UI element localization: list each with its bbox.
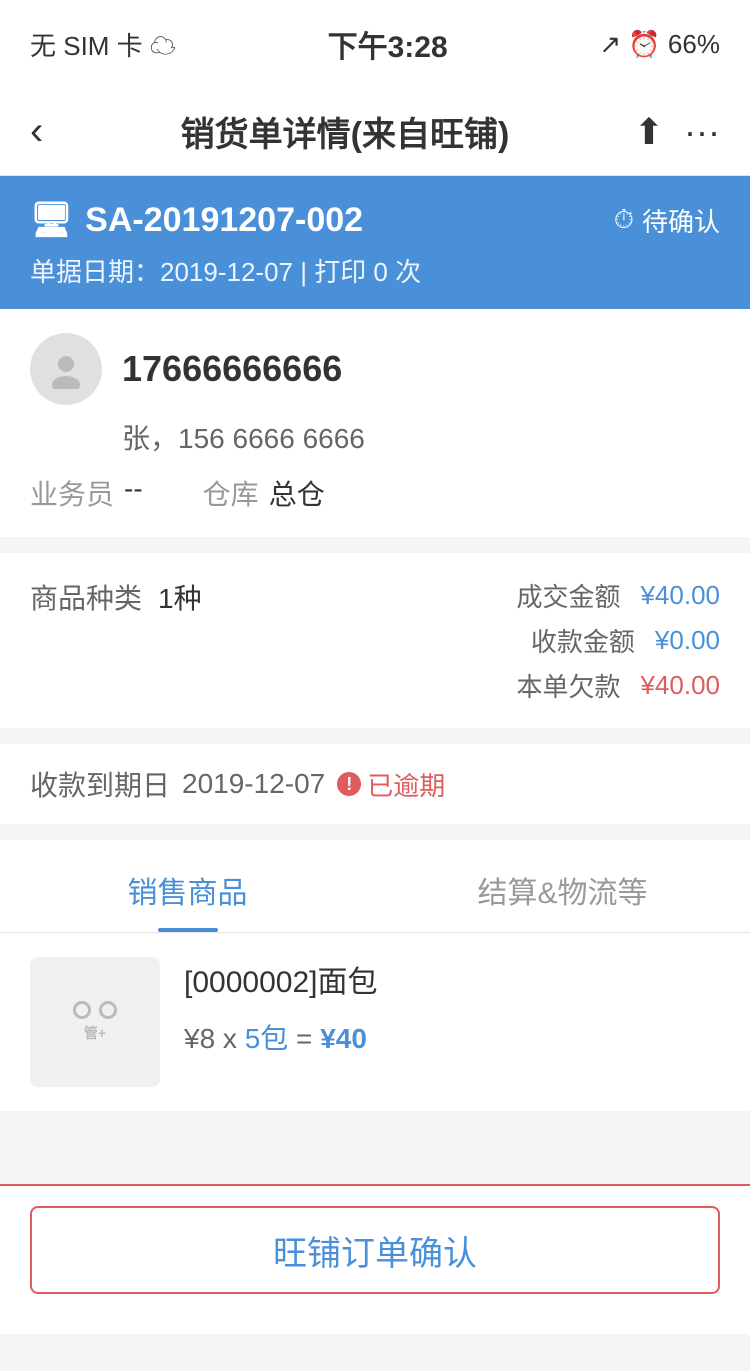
total-price: ¥40 [320,1023,367,1054]
customer-name: 张，156 6666 6666 [30,417,720,457]
product-image: 管+ [30,957,160,1087]
salesperson-label: 业务员 [30,473,114,513]
product-code: [0000002] [184,966,317,999]
amount-summary: 成交金额 ¥40.00 收款金额 ¥0.00 本单欠款 ¥40.00 [516,577,720,704]
customer-section: 17666666666 张，156 6666 6666 业务员 -- 仓库 总仓 [0,309,750,537]
status-time: 下午3:28 [328,22,448,66]
product-logo: 管+ [73,1001,117,1043]
tabs-header: 销售商品 结算&物流等 [0,840,750,933]
page-title: 销货单详情(来自旺铺) [90,107,600,156]
owed-amount-label: 本单欠款 [516,667,620,704]
nav-actions: ⬆ ··· [600,111,720,153]
paid-amount-value: ¥0.00 [655,625,720,656]
owed-amount-row: 本单欠款 ¥40.00 [516,667,720,704]
more-icon[interactable]: ··· [684,111,720,153]
customer-phone: 17666666666 [122,348,342,390]
product-item: 管+ [0000002]面包 ¥8 x 5包 = ¥40 [30,957,720,1087]
product-info: [0000002]面包 ¥8 x 5包 = ¥40 [184,957,720,1057]
order-icon: 🖥 [30,200,73,240]
deal-amount-label: 成交金额 [516,577,620,614]
order-id-row: 🖥 SA-20191207-002 [30,200,363,240]
overdue-text: 已逾期 [367,766,445,803]
paid-amount-label: 收款金额 [531,622,635,659]
nav-bar: ‹ 销货单详情(来自旺铺) ⬆ ··· [0,88,750,176]
order-id-text: SA-20191207-002 [85,201,363,240]
status-left: 无 SIM 卡 ☁ [30,26,176,63]
summary-section: 商品种类 1种 成交金额 ¥40.00 收款金额 ¥0.00 本单欠款 ¥40.… [0,553,750,728]
order-status: ⏱ 待确认 [614,202,720,239]
owed-amount-value: ¥40.00 [640,670,720,701]
overdue-badge: ! 已逾期 [337,766,445,803]
due-date-label: 收款到期日 [30,764,170,804]
customer-meta: 业务员 -- 仓库 总仓 [30,473,720,513]
order-header: 🖥 SA-20191207-002 ⏱ 待确认 单据日期：2019-12-07 … [0,176,750,309]
product-title: 面包 [317,966,377,999]
status-right: ↗ ⏰ 66% [599,29,720,60]
type-label: 商品种类 [30,577,142,617]
unit-price: ¥8 x [184,1023,245,1054]
warehouse-label: 仓库 [203,473,259,513]
status-bar: 无 SIM 卡 ☁ 下午3:28 ↗ ⏰ 66% [0,0,750,88]
product-price-row: ¥8 x 5包 = ¥40 [184,1017,720,1057]
warehouse-field: 仓库 总仓 [203,473,325,513]
salesperson-value: -- [124,473,143,513]
bottom-action-bar: 旺铺订单确认 [0,1184,750,1334]
due-date-value: 2019-12-07 [182,768,325,800]
avatar [30,333,102,405]
quantity: 5包 [245,1023,289,1054]
back-button[interactable]: ‹ [30,109,90,154]
status-clock-icon: ⏱ [614,204,634,236]
due-date-section: 收款到期日 2019-12-07 ! 已逾期 [0,744,750,824]
warehouse-value: 总仓 [269,473,325,513]
deal-amount-value: ¥40.00 [640,580,720,611]
equals-sign: = [288,1023,320,1054]
share-icon[interactable]: ⬆ [634,111,664,153]
overdue-icon: ! [337,772,361,796]
paid-amount-row: 收款金额 ¥0.00 [531,622,720,659]
tab-settlement[interactable]: 结算&物流等 [375,840,750,932]
order-status-text: 待确认 [642,202,720,239]
product-section: 管+ [0000002]面包 ¥8 x 5包 = ¥40 [0,933,750,1111]
salesperson-field: 业务员 -- [30,473,143,513]
order-date: 单据日期：2019-12-07 | 打印 0 次 [30,252,720,289]
type-value: 1种 [158,577,202,617]
confirm-button[interactable]: 旺铺订单确认 [30,1206,720,1294]
product-type: 商品种类 1种 [30,577,202,617]
product-name: [0000002]面包 [184,957,720,1001]
tabs-section: 销售商品 结算&物流等 [0,840,750,933]
tab-products[interactable]: 销售商品 [0,840,375,932]
deal-amount-row: 成交金额 ¥40.00 [516,577,720,614]
